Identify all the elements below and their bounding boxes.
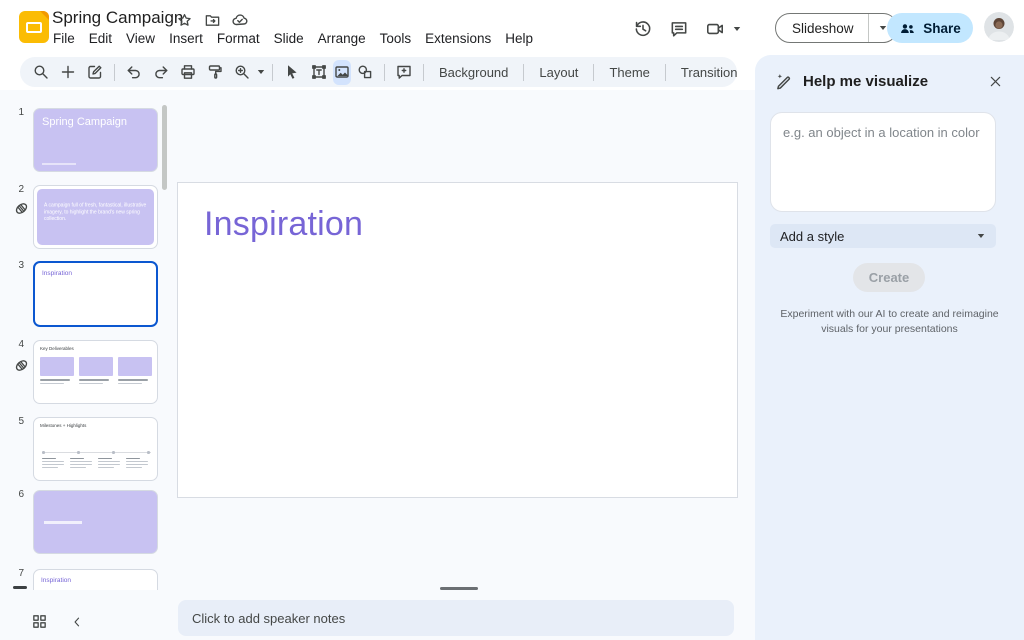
text-box-icon[interactable] bbox=[306, 59, 332, 85]
filmstrip-scrollbar[interactable] bbox=[162, 105, 167, 190]
thumb-captions bbox=[40, 379, 152, 386]
people-share-icon bbox=[899, 20, 916, 37]
grid-view-icon[interactable] bbox=[26, 608, 52, 634]
menu-tools[interactable]: Tools bbox=[373, 29, 419, 48]
speaker-notes-bar[interactable]: Click to add speaker notes bbox=[178, 600, 734, 636]
prompt-input[interactable] bbox=[771, 113, 995, 211]
thumb-timeline bbox=[42, 452, 151, 453]
transition-button[interactable]: Transition bbox=[672, 65, 747, 80]
thumb-image-placeholders bbox=[40, 357, 152, 376]
slide-indicator-icon bbox=[13, 357, 30, 374]
slide-thumbnail-6[interactable] bbox=[33, 490, 158, 554]
insert-image-icon[interactable] bbox=[333, 60, 351, 85]
slide-number: 7 bbox=[4, 568, 24, 579]
print-icon[interactable] bbox=[175, 59, 201, 85]
menu-slide[interactable]: Slide bbox=[267, 29, 311, 48]
select-cursor-icon[interactable] bbox=[279, 59, 305, 85]
canvas-slide-title[interactable]: Inspiration bbox=[204, 205, 363, 244]
slideshow-label: Slideshow bbox=[776, 21, 868, 36]
move-folder-icon[interactable] bbox=[202, 10, 222, 30]
header: Spring Campaign File Edit View Insert Fo… bbox=[0, 0, 1024, 55]
video-call-icon[interactable] bbox=[702, 16, 728, 42]
slide-number: 3 bbox=[4, 260, 24, 271]
style-dropdown-icon bbox=[976, 231, 986, 241]
slide-indicator-icon bbox=[13, 200, 30, 217]
panel-caption: Experiment with our AI to create and rei… bbox=[779, 307, 1000, 336]
search-menus-icon[interactable] bbox=[28, 59, 54, 85]
share-button[interactable]: Share bbox=[887, 13, 973, 43]
help-me-visualize-panel: Help me visualize Add a style Create Exp… bbox=[755, 55, 1024, 640]
share-label: Share bbox=[923, 21, 961, 36]
filmstrip-scroll-indicator bbox=[13, 586, 27, 589]
zoom-icon[interactable] bbox=[229, 59, 255, 85]
logo-slide-glyph bbox=[26, 22, 42, 33]
thumb-body-text: A campaign full of fresh, fantastical, i… bbox=[44, 202, 155, 222]
menu-file[interactable]: File bbox=[46, 29, 82, 48]
slide-number: 4 bbox=[4, 339, 24, 350]
paint-format-icon[interactable] bbox=[202, 59, 228, 85]
new-slide-plus-icon[interactable] bbox=[55, 59, 81, 85]
slide-thumbnail-4[interactable]: Key Deliverables bbox=[33, 340, 158, 404]
account-avatar[interactable] bbox=[984, 12, 1014, 42]
thumb-subtitle-bar bbox=[42, 163, 76, 165]
slide-canvas[interactable]: Inspiration bbox=[177, 182, 738, 498]
create-button[interactable]: Create bbox=[853, 263, 925, 292]
logo-fold bbox=[40, 11, 49, 20]
document-title[interactable]: Spring Campaign bbox=[52, 8, 183, 28]
work-area: 1 2 3 4 5 6 7 Spring Campaign A campaign… bbox=[0, 90, 755, 640]
slide-thumbnail-2[interactable]: A campaign full of fresh, fantastical, i… bbox=[33, 185, 158, 249]
redo-icon[interactable] bbox=[148, 59, 174, 85]
prompt-card bbox=[770, 112, 996, 212]
video-call-dropdown-icon[interactable] bbox=[732, 24, 742, 34]
menu-view[interactable]: View bbox=[119, 29, 162, 48]
insert-shape-icon[interactable] bbox=[352, 59, 378, 85]
slide-thumbnail-7[interactable]: Inspiration bbox=[33, 569, 158, 590]
undo-icon[interactable] bbox=[121, 59, 147, 85]
menu-edit[interactable]: Edit bbox=[82, 29, 119, 48]
speaker-notes-placeholder: Click to add speaker notes bbox=[178, 611, 345, 626]
menu-format[interactable]: Format bbox=[210, 29, 267, 48]
slide-thumbnail-5[interactable]: Milestones + Highlights bbox=[33, 417, 158, 481]
slide-number: 5 bbox=[4, 416, 24, 427]
collapse-filmstrip-icon[interactable] bbox=[64, 609, 90, 635]
background-button[interactable]: Background bbox=[430, 65, 517, 80]
slide-number: 6 bbox=[4, 489, 24, 500]
thumb-title: Key Deliverables bbox=[40, 346, 74, 351]
insert-comment-icon[interactable] bbox=[391, 59, 417, 85]
slides-logo-icon[interactable] bbox=[19, 11, 49, 43]
close-panel-icon[interactable] bbox=[982, 68, 1008, 94]
menu-bar: File Edit View Insert Format Slide Arran… bbox=[46, 29, 540, 48]
notes-resize-handle[interactable] bbox=[440, 587, 478, 590]
thumb-title: Spring Campaign bbox=[34, 109, 157, 129]
thumb-text-bar bbox=[44, 521, 82, 524]
menu-insert[interactable]: Insert bbox=[162, 29, 210, 48]
edit-square-icon[interactable] bbox=[82, 59, 108, 85]
toolbar: Background Layout Theme Transition bbox=[20, 57, 737, 87]
thumb-title: Inspiration bbox=[41, 576, 71, 584]
style-selector[interactable]: Add a style bbox=[770, 224, 996, 248]
slide-number: 1 bbox=[4, 107, 24, 118]
thumb-text-block: A campaign full of fresh, fantastical, i… bbox=[37, 189, 154, 245]
slide-number: 2 bbox=[4, 184, 24, 195]
slide-filmstrip: 1 2 3 4 5 6 7 Spring Campaign A campaign… bbox=[0, 90, 172, 590]
panel-title: Help me visualize bbox=[803, 73, 973, 90]
cloud-saved-icon[interactable] bbox=[230, 10, 250, 30]
menu-help[interactable]: Help bbox=[498, 29, 540, 48]
menu-extensions[interactable]: Extensions bbox=[418, 29, 498, 48]
comments-icon[interactable] bbox=[666, 16, 692, 42]
menu-arrange[interactable]: Arrange bbox=[311, 29, 373, 48]
style-selector-label: Add a style bbox=[770, 229, 976, 244]
theme-button[interactable]: Theme bbox=[600, 65, 658, 80]
star-icon[interactable] bbox=[174, 10, 194, 30]
magic-pencil-icon bbox=[775, 72, 794, 91]
slide-thumbnail-3-selected[interactable]: Inspiration bbox=[33, 261, 158, 327]
slideshow-button[interactable]: Slideshow bbox=[775, 13, 898, 43]
layout-button[interactable]: Layout bbox=[530, 65, 587, 80]
thumb-timeline-labels bbox=[42, 458, 148, 470]
thumb-title: Inspiration bbox=[42, 269, 72, 277]
zoom-dropdown-icon[interactable] bbox=[256, 67, 266, 77]
history-icon[interactable] bbox=[630, 16, 656, 42]
slide-thumbnail-1[interactable]: Spring Campaign bbox=[33, 108, 158, 172]
thumb-title: Milestones + Highlights bbox=[40, 423, 86, 428]
